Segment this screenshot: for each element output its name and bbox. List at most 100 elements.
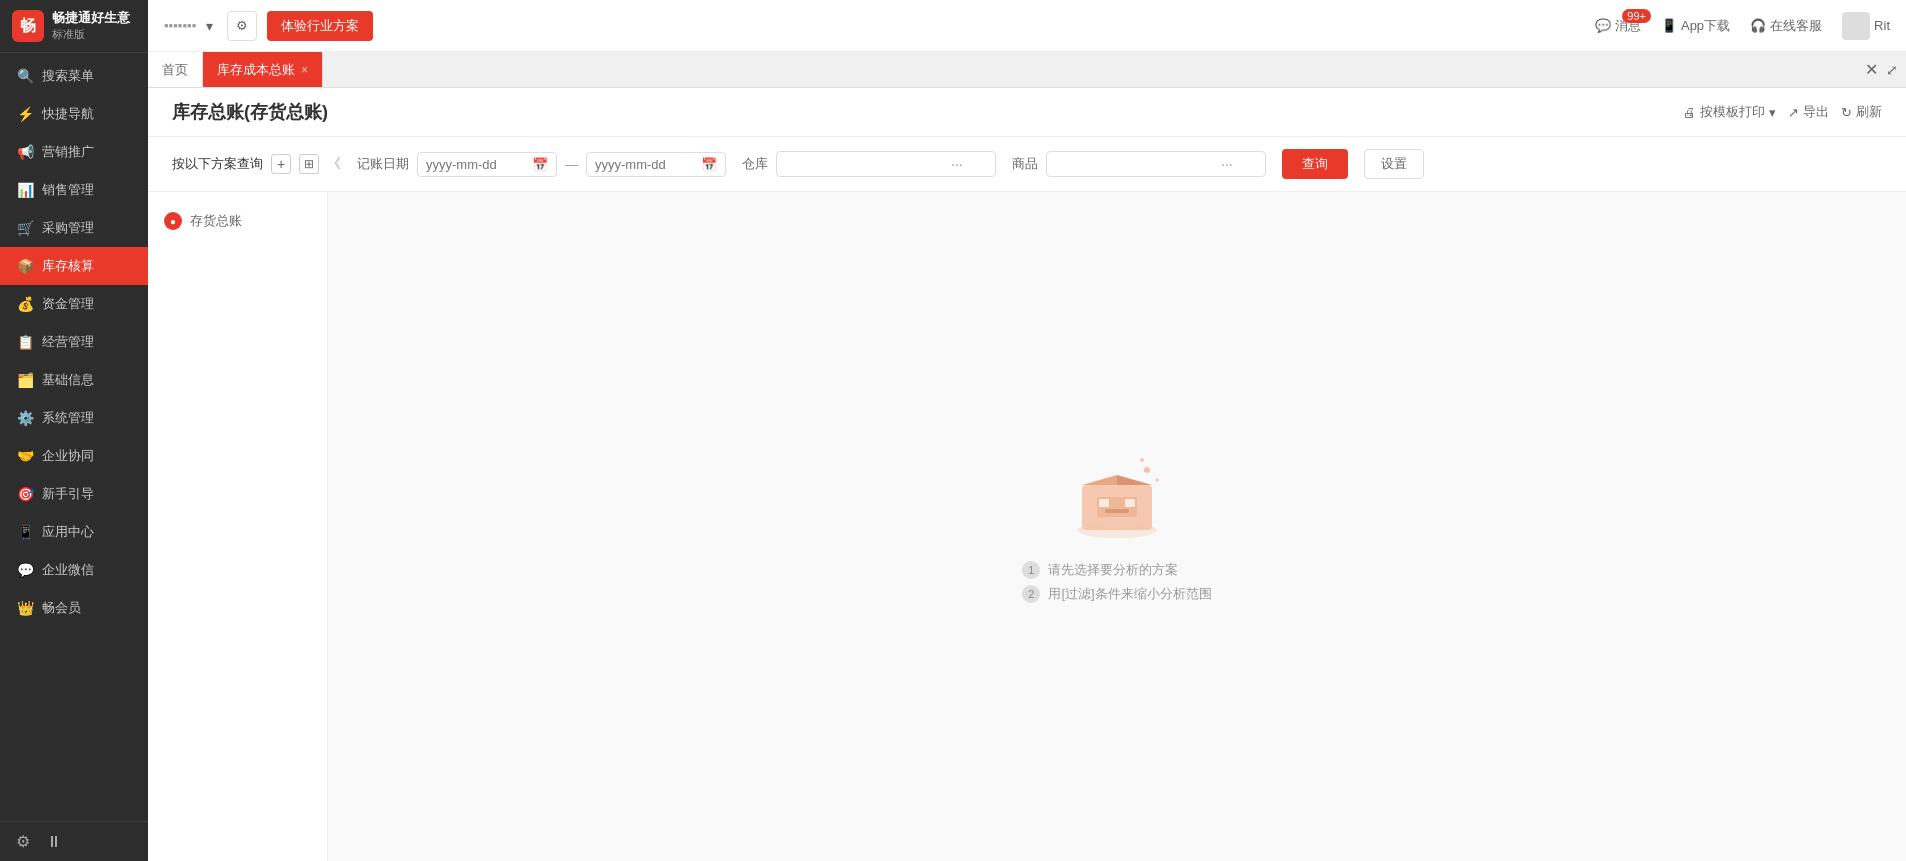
search-icon: 🔍 <box>16 67 34 85</box>
warehouse-input[interactable]: ··· <box>776 151 996 177</box>
user-avatar-area[interactable]: Rit <box>1842 12 1890 40</box>
export-button[interactable]: ↗ 导出 <box>1788 103 1829 121</box>
sidebar-item-member[interactable]: 👑 畅会员 <box>0 589 148 627</box>
sidebar-item-label: 企业微信 <box>42 561 94 579</box>
export-icon: ↗ <box>1788 105 1799 120</box>
cooperation-icon: 🤝 <box>16 447 34 465</box>
avatar <box>1842 12 1870 40</box>
product-filter-group: 商品 ··· <box>1012 151 1266 177</box>
calendar-icon-2: 📅 <box>701 157 717 172</box>
message-badge: 99+ <box>1622 9 1651 23</box>
search-button[interactable]: 查询 <box>1282 149 1348 179</box>
printer-icon: 🖨 <box>1683 105 1696 120</box>
topbar: ▪▪▪▪▪▪▪ ▾ ⚙ 体验行业方案 💬 消息 99+ 📱 App下载 🎧 在线… <box>148 0 1906 52</box>
sidebar-item-search[interactable]: 🔍 搜索菜单 <box>0 57 148 95</box>
warehouse-label: 仓库 <box>742 155 768 173</box>
date-from-field[interactable] <box>426 157 526 172</box>
sidebar-item-operation[interactable]: 📋 经营管理 <box>0 323 148 361</box>
tab-close-button[interactable]: × <box>301 63 308 77</box>
app-download-label: App下载 <box>1681 17 1730 35</box>
online-service[interactable]: 🎧 在线客服 <box>1750 17 1822 35</box>
refresh-icon: ↻ <box>1841 105 1852 120</box>
collapse-button[interactable]: 《 <box>327 155 341 173</box>
sidebar-item-finance[interactable]: 💰 资金管理 <box>0 285 148 323</box>
inventory-icon: 📦 <box>16 257 34 275</box>
sidebar-item-guide[interactable]: 🎯 新手引导 <box>0 475 148 513</box>
inventory-ledger-label: 存货总账 <box>190 212 242 230</box>
sidebar-item-inventory[interactable]: 📦 库存核算 <box>0 247 148 285</box>
warehouse-field[interactable] <box>785 157 945 172</box>
sales-icon: 📊 <box>16 181 34 199</box>
left-panel: ● 存货总账 <box>148 192 328 861</box>
sidebar-item-label: 搜索菜单 <box>42 67 94 85</box>
app-logo: 畅 畅捷通好生意 标准版 <box>0 0 148 53</box>
svg-rect-7 <box>1105 509 1129 513</box>
system-icon: ⚙️ <box>16 409 34 427</box>
add-schema-button[interactable]: + <box>271 154 291 174</box>
svg-marker-2 <box>1082 475 1117 485</box>
phone-icon: 📱 <box>1661 18 1677 33</box>
headset-icon: 🎧 <box>1750 18 1766 33</box>
product-more-icon[interactable]: ··· <box>1221 156 1233 172</box>
date-from-input[interactable]: 📅 <box>417 152 557 177</box>
breadcrumb-text: ▪▪▪▪▪▪▪ <box>164 18 196 33</box>
print-button[interactable]: 🖨 按模板打印 ▾ <box>1683 103 1776 121</box>
inventory-ledger-icon: ● <box>164 212 182 230</box>
industry-solution-button[interactable]: 体验行业方案 <box>267 11 373 41</box>
empty-state: 1 请先选择要分析的方案 2 用[过滤]条件来缩小分析范围 <box>1022 445 1211 609</box>
gear-icon: ⚙ <box>236 18 248 33</box>
svg-point-9 <box>1155 478 1159 482</box>
tab-home[interactable]: 首页 <box>148 52 203 87</box>
product-label: 商品 <box>1012 155 1038 173</box>
breadcrumb-dropdown-button[interactable]: ▾ <box>202 16 217 36</box>
breadcrumb: ▪▪▪▪▪▪▪ ▾ <box>164 16 217 36</box>
sidebar-item-system[interactable]: ⚙️ 系统管理 <box>0 399 148 437</box>
sidebar-item-basic[interactable]: 🗂️ 基础信息 <box>0 361 148 399</box>
tip-text-1: 请先选择要分析的方案 <box>1048 561 1178 579</box>
empty-tip-2: 2 用[过滤]条件来缩小分析范围 <box>1022 585 1211 603</box>
guide-icon: 🎯 <box>16 485 34 503</box>
tip-text-2: 用[过滤]条件来缩小分析范围 <box>1048 585 1211 603</box>
tab-right-icons: ✕ ⤢ <box>1865 60 1906 79</box>
print-dropdown-icon: ▾ <box>1769 105 1776 120</box>
empty-illustration <box>1057 445 1177 545</box>
sidebar-item-cooperation[interactable]: 🤝 企业协同 <box>0 437 148 475</box>
sidebar-item-wechat[interactable]: 💬 企业微信 <box>0 551 148 589</box>
refresh-button[interactable]: ↻ 刷新 <box>1841 103 1882 121</box>
schema-settings-button[interactable]: ⊞ <box>299 154 319 174</box>
left-panel-item-inventory-ledger[interactable]: ● 存货总账 <box>148 204 327 238</box>
tab-area-close-icon[interactable]: ✕ <box>1865 60 1878 79</box>
topbar-settings-button[interactable]: ⚙ <box>227 11 257 41</box>
calendar-icon: 📅 <box>532 157 548 172</box>
apps-icon: 📱 <box>16 523 34 541</box>
product-field[interactable] <box>1055 157 1215 172</box>
search-label-group: 按以下方案查询 + ⊞ 《 <box>172 154 341 174</box>
sidebar-audio-button[interactable]: ⏸ <box>46 833 62 851</box>
sidebar-item-label: 销售管理 <box>42 181 94 199</box>
app-download[interactable]: 📱 App下载 <box>1661 17 1730 35</box>
logo-text: 畅捷通好生意 标准版 <box>52 10 130 41</box>
message-notification[interactable]: 💬 消息 99+ <box>1595 17 1641 35</box>
sidebar-item-shortcut[interactable]: ⚡ 快捷导航 <box>0 95 148 133</box>
tab-inventory-ledger[interactable]: 库存成本总账 × <box>203 52 323 87</box>
sidebar-item-label: 应用中心 <box>42 523 94 541</box>
warehouse-more-icon[interactable]: ··· <box>951 156 963 172</box>
topbar-right: 💬 消息 99+ 📱 App下载 🎧 在线客服 Rit <box>1595 12 1890 40</box>
search-label-text: 按以下方案查询 <box>172 155 263 173</box>
date-filter-group: 记账日期 📅 — 📅 <box>357 152 726 177</box>
grid-icon: ⊞ <box>304 157 314 171</box>
sidebar-item-apps[interactable]: 📱 应用中心 <box>0 513 148 551</box>
main-data-area: 1 请先选择要分析的方案 2 用[过滤]条件来缩小分析范围 <box>328 192 1906 861</box>
settings-button[interactable]: 设置 <box>1364 149 1424 179</box>
sidebar-item-purchase[interactable]: 🛒 采购管理 <box>0 209 148 247</box>
sidebar-item-sales[interactable]: 📊 销售管理 <box>0 171 148 209</box>
sidebar-settings-button[interactable]: ⚙ <box>16 832 30 851</box>
svg-rect-5 <box>1099 499 1109 507</box>
date-to-input[interactable]: 📅 <box>586 152 726 177</box>
date-to-field[interactable] <box>595 157 695 172</box>
product-input[interactable]: ··· <box>1046 151 1266 177</box>
sidebar-item-marketing[interactable]: 📢 营销推广 <box>0 133 148 171</box>
username: Rit <box>1874 18 1890 33</box>
tab-resize-icon[interactable]: ⤢ <box>1886 62 1898 78</box>
page-header-actions: 🖨 按模板打印 ▾ ↗ 导出 ↻ 刷新 <box>1683 103 1882 121</box>
